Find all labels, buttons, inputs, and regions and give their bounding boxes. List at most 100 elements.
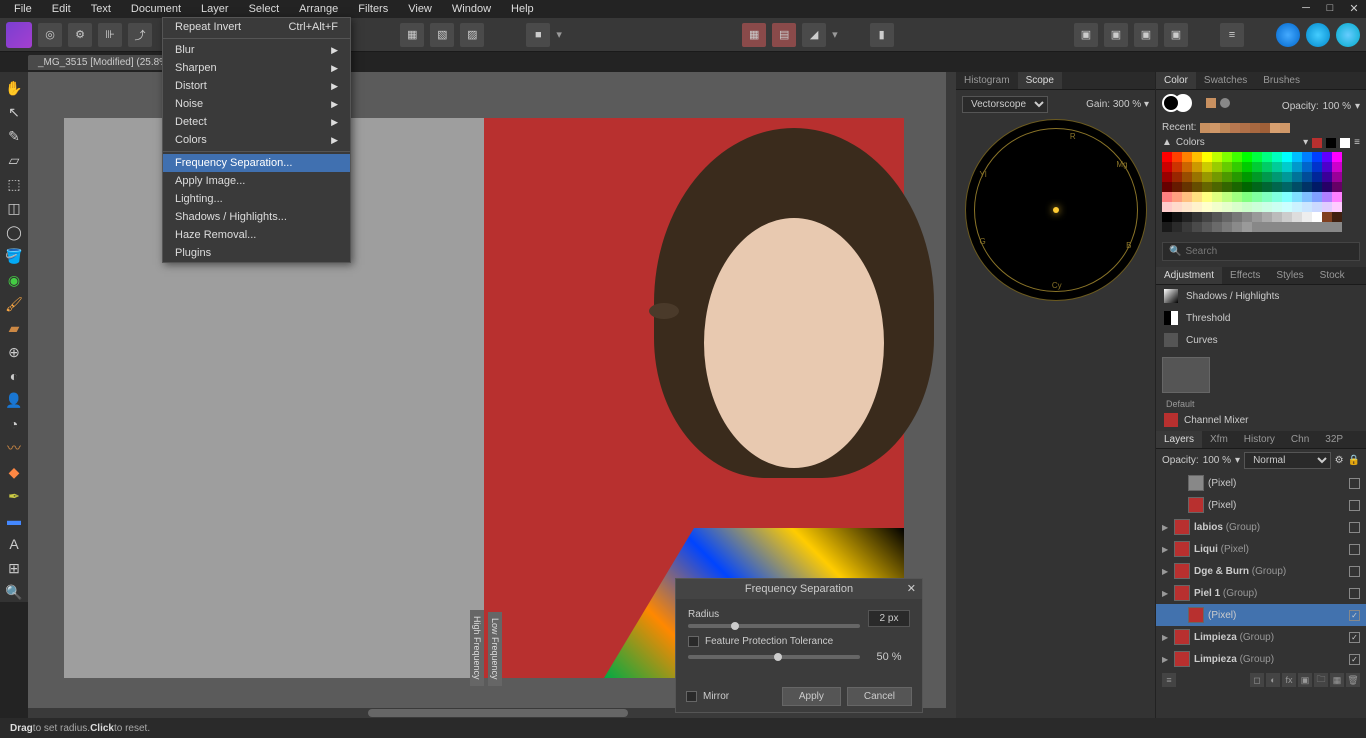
layer-add-icon[interactable]: ▦: [1330, 673, 1344, 687]
selection-tool-icon[interactable]: ▦: [400, 23, 424, 47]
swatch-cell[interactable]: [1172, 192, 1182, 202]
layer-expand-icon[interactable]: ▶: [1162, 523, 1170, 532]
swatch-cell[interactable]: [1222, 182, 1232, 192]
swatch-cell[interactable]: [1312, 172, 1322, 182]
swatch-cell[interactable]: [1272, 212, 1282, 222]
mesh-tool-icon[interactable]: ⊞: [4, 558, 24, 578]
layer-lock-icon[interactable]: 🔒: [1348, 455, 1360, 466]
layer-row[interactable]: ▶Piel 1 (Group): [1156, 582, 1366, 604]
swatch-cell[interactable]: [1162, 152, 1172, 162]
recent-swatch[interactable]: [1230, 123, 1240, 133]
recent-swatch[interactable]: [1260, 123, 1270, 133]
swatch-cell[interactable]: [1222, 162, 1232, 172]
swatch-cell[interactable]: [1172, 202, 1182, 212]
swatch-cell[interactable]: [1262, 182, 1272, 192]
recent-swatch[interactable]: [1250, 123, 1260, 133]
swatch-cell[interactable]: [1192, 192, 1202, 202]
layer-expand-icon[interactable]: ▶: [1162, 633, 1170, 642]
layer-row[interactable]: ▶Dge & Burn (Group): [1156, 560, 1366, 582]
layer-row[interactable]: ▶labios (Group): [1156, 516, 1366, 538]
tab-effects[interactable]: Effects: [1222, 267, 1268, 284]
swatch-cell[interactable]: [1322, 222, 1332, 232]
radius-value[interactable]: 2 px: [868, 610, 910, 627]
swatch-cell[interactable]: [1172, 162, 1182, 172]
swatch-cell[interactable]: [1272, 192, 1282, 202]
swatch-cell[interactable]: [1162, 172, 1172, 182]
swatch-cell[interactable]: [1302, 152, 1312, 162]
swatch-cell[interactable]: [1302, 162, 1312, 172]
recent-swatch[interactable]: [1240, 123, 1250, 133]
crop-tool-icon[interactable]: ⬚: [4, 174, 24, 194]
swatch-cell[interactable]: [1322, 182, 1332, 192]
swatch-cell[interactable]: [1272, 222, 1282, 232]
swatch-cell[interactable]: [1262, 212, 1272, 222]
layer-row[interactable]: ▶Liqui (Pixel): [1156, 538, 1366, 560]
swatch-cell[interactable]: [1222, 212, 1232, 222]
swatch-cell[interactable]: [1312, 162, 1322, 172]
swatch-cell[interactable]: [1172, 152, 1182, 162]
swatch-cell[interactable]: [1172, 172, 1182, 182]
swatch-cell[interactable]: [1212, 152, 1222, 162]
swatch-cell[interactable]: [1252, 222, 1262, 232]
swatch-grid[interactable]: [1162, 152, 1360, 232]
menu-file[interactable]: File: [4, 1, 42, 17]
recent-swatch[interactable]: [1280, 123, 1290, 133]
channel-mixer-row[interactable]: Channel Mixer: [1156, 409, 1366, 431]
inpaint-tool-icon[interactable]: 👤: [4, 390, 24, 410]
swatch-cell[interactable]: [1162, 212, 1172, 222]
swatch-cell[interactable]: [1292, 192, 1302, 202]
swatch-cell[interactable]: [1242, 152, 1252, 162]
fpt-slider[interactable]: [688, 655, 860, 659]
swatch-cell[interactable]: [1312, 212, 1322, 222]
menu-select[interactable]: Select: [239, 1, 290, 17]
swatch-cell[interactable]: [1262, 152, 1272, 162]
swatch-cell[interactable]: [1222, 222, 1232, 232]
swatch-cell[interactable]: [1332, 192, 1342, 202]
swatch-cell[interactable]: [1292, 182, 1302, 192]
swatch-cell[interactable]: [1252, 192, 1262, 202]
refine-icon[interactable]: ▨: [460, 23, 484, 47]
swatch-cell[interactable]: [1302, 172, 1312, 182]
swatch-cell[interactable]: [1312, 182, 1322, 192]
swatch-cell[interactable]: [1232, 222, 1242, 232]
swatch-cell[interactable]: [1242, 222, 1252, 232]
swatch-cell[interactable]: [1292, 212, 1302, 222]
menu-noise[interactable]: Noise▶: [163, 95, 350, 113]
swatch-cell[interactable]: [1312, 202, 1322, 212]
layer-visibility-checkbox[interactable]: [1349, 522, 1360, 533]
scope-type-select[interactable]: Vectorscope: [962, 96, 1048, 113]
swatch-cell[interactable]: [1252, 182, 1262, 192]
layer-visibility-checkbox[interactable]: [1349, 632, 1360, 643]
lasso-tool-icon[interactable]: ◯: [4, 222, 24, 242]
swatch-cell[interactable]: [1162, 202, 1172, 212]
swatch-cell[interactable]: [1282, 152, 1292, 162]
swatch-cell[interactable]: [1272, 152, 1282, 162]
swatch-cell[interactable]: [1312, 222, 1322, 232]
preset-default[interactable]: [1162, 357, 1210, 393]
gradient-tool-icon[interactable]: ◉: [4, 270, 24, 290]
swatch-cell[interactable]: [1292, 222, 1302, 232]
layer-crop-icon[interactable]: ▣: [1298, 673, 1312, 687]
menu-filters[interactable]: Filters: [348, 1, 398, 17]
tab-layers[interactable]: Layers: [1156, 431, 1202, 448]
recent-swatch[interactable]: [1200, 123, 1210, 133]
layer-fx-icon[interactable]: fx: [1282, 673, 1296, 687]
swatch-cell[interactable]: [1302, 202, 1312, 212]
swatch-cell[interactable]: [1232, 152, 1242, 162]
swatch-cell[interactable]: [1222, 192, 1232, 202]
palette-dropdown-icon[interactable]: ▲: [1162, 137, 1172, 148]
swatch-cell[interactable]: [1222, 172, 1232, 182]
swatch-cell[interactable]: [1232, 192, 1242, 202]
swatch-cell[interactable]: [1322, 152, 1332, 162]
swatch-cell[interactable]: [1282, 222, 1292, 232]
tab-history[interactable]: History: [1236, 431, 1283, 448]
arrange-back-icon[interactable]: ▣: [1074, 23, 1098, 47]
swatch-cell[interactable]: [1212, 172, 1222, 182]
menu-help[interactable]: Help: [501, 1, 544, 17]
layer-expand-icon[interactable]: ▶: [1162, 567, 1170, 576]
swatch-cell[interactable]: [1232, 162, 1242, 172]
swatch-cell[interactable]: [1282, 162, 1292, 172]
menu-view[interactable]: View: [398, 1, 442, 17]
maximize-icon[interactable]: □: [1322, 2, 1338, 15]
gain-value[interactable]: 300 %: [1113, 99, 1141, 110]
